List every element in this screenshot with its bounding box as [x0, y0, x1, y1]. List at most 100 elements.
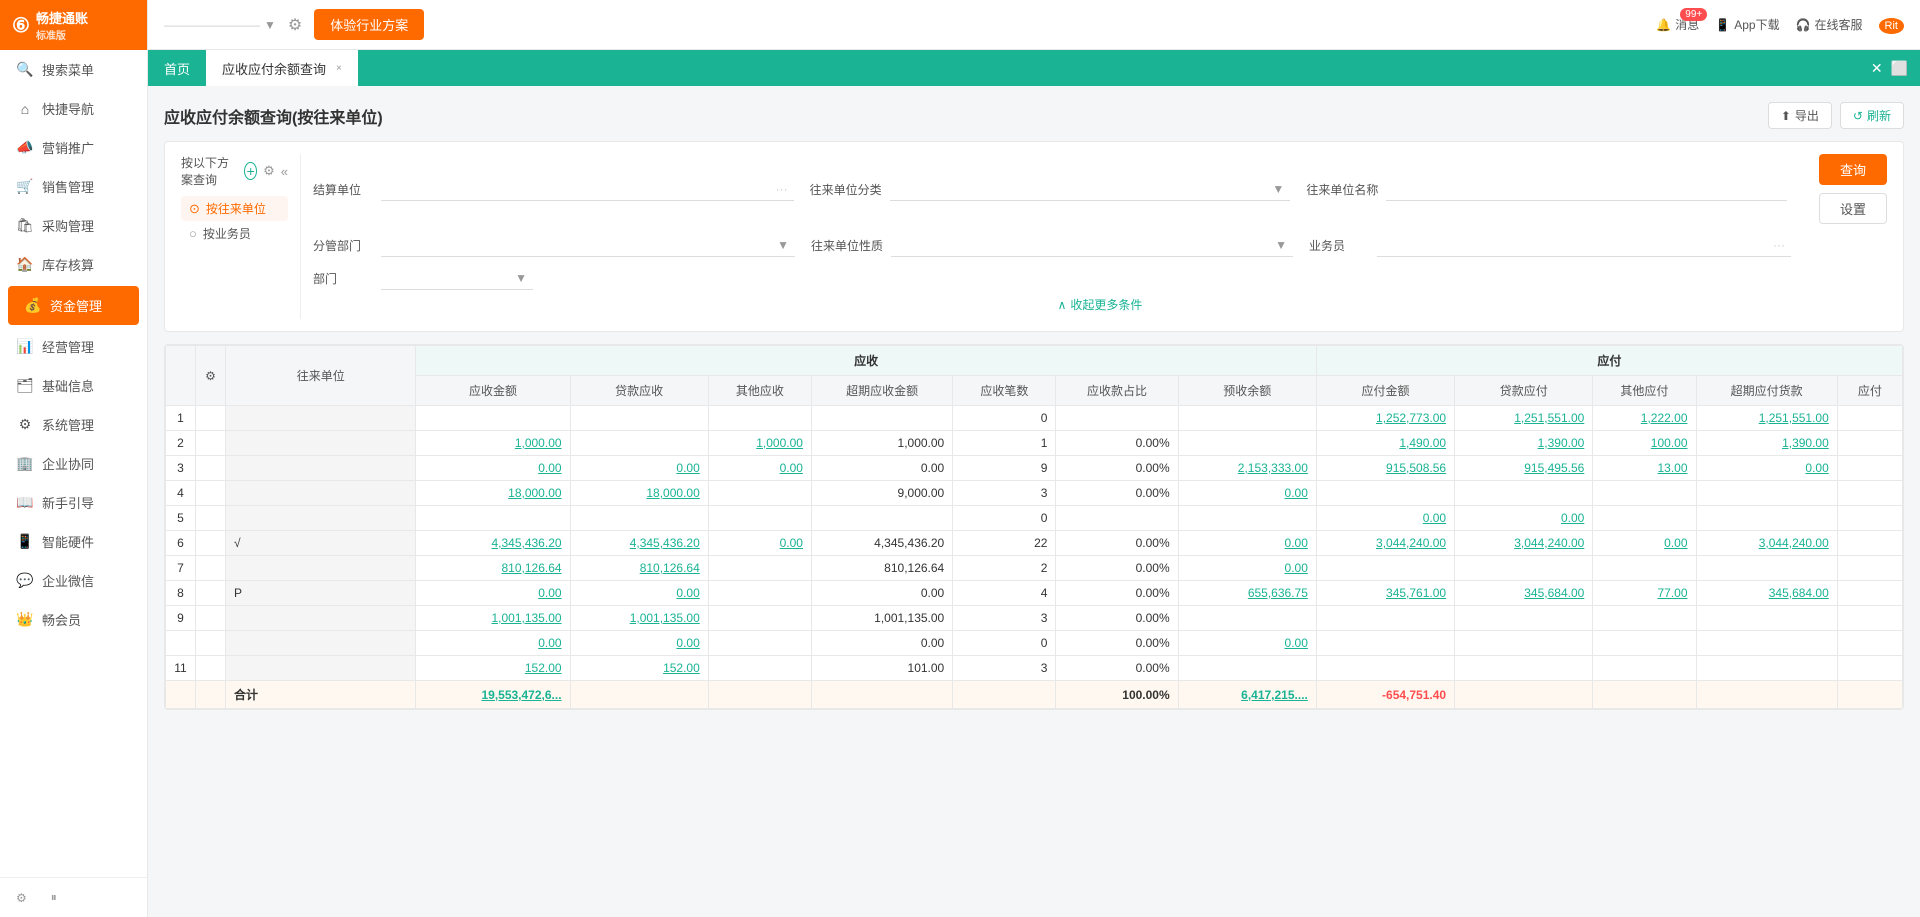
row-data-cell[interactable]: 0.00	[416, 631, 570, 656]
row-data-cell[interactable]: 1,251,551.00	[1455, 406, 1593, 431]
row-data-cell[interactable]: 0.00	[1316, 506, 1454, 531]
add-scheme-btn[interactable]: +	[244, 162, 257, 180]
sidebar-item-finance[interactable]: 💰 资金管理	[8, 286, 139, 325]
unit-name-input[interactable]	[1386, 178, 1787, 201]
query-button[interactable]: 查询	[1819, 154, 1887, 185]
gear-icon[interactable]: ⚙	[288, 15, 302, 35]
sidebar-item-basic[interactable]: 🗂 基础信息	[0, 366, 147, 405]
row-data-cell[interactable]: 1,251,551.00	[1696, 406, 1837, 431]
settlement-unit-input[interactable]: ···	[381, 178, 794, 201]
sidebar-item-purchase[interactable]: 🛍 采购管理	[0, 206, 147, 245]
row-data-cell[interactable]: 3,044,240.00	[1455, 531, 1593, 556]
sidebar-item-guide[interactable]: 📖 新手引导	[0, 483, 147, 522]
row-data-cell[interactable]: 810,126.64	[570, 556, 708, 581]
tab-close-icon[interactable]: ×	[336, 63, 342, 74]
sidebar-item-hardware[interactable]: 📱 智能硬件	[0, 522, 147, 561]
sidebar-item-marketing[interactable]: 📣 营销推广	[0, 128, 147, 167]
row-data-cell[interactable]: 1,390.00	[1696, 431, 1837, 456]
row-data-cell[interactable]: 4,345,436.20	[570, 531, 708, 556]
row-data-cell[interactable]: 0.00	[1696, 456, 1837, 481]
row-data-cell[interactable]: 1,000.00	[416, 431, 570, 456]
sidebar-item-inventory[interactable]: 🏠 库存核算	[0, 245, 147, 284]
sidebar-item-system[interactable]: ⚙ 系统管理	[0, 405, 147, 444]
row-data-cell[interactable]: 810,126.64	[416, 556, 570, 581]
row-data-cell[interactable]: 1,252,773.00	[1316, 406, 1454, 431]
scheme-settings-icon[interactable]: ⚙	[263, 163, 275, 179]
setting-button[interactable]: 设置	[1819, 193, 1887, 224]
row-data-cell[interactable]: 1,390.00	[1455, 431, 1593, 456]
dept-select[interactable]: ▼	[381, 267, 533, 290]
row-data-cell[interactable]: 1,001,135.00	[570, 606, 708, 631]
close-window-icon[interactable]: ✕	[1871, 60, 1883, 77]
row-data-cell[interactable]: 18,000.00	[570, 481, 708, 506]
row-data-cell[interactable]: 345,684.00	[1455, 581, 1593, 606]
unit-category-select[interactable]: ▼	[890, 178, 1291, 201]
sidebar-item-search[interactable]: 🔍 搜索菜单	[0, 50, 147, 89]
dots-icon[interactable]: ···	[776, 182, 788, 196]
dots-icon-2[interactable]: ···	[1773, 238, 1785, 252]
row-data-cell[interactable]: 3,044,240.00	[1696, 531, 1837, 556]
row-data-cell[interactable]: 18,000.00	[416, 481, 570, 506]
row-data-cell[interactable]: 77.00	[1593, 581, 1696, 606]
row-data-cell[interactable]: 1,222.00	[1593, 406, 1696, 431]
user-menu[interactable]: Rit	[1879, 18, 1904, 32]
total-ar-amount[interactable]: 19,553,472,6...	[416, 681, 570, 709]
row-data-cell[interactable]: 100.00	[1593, 431, 1696, 456]
salesman-input[interactable]: ···	[1377, 234, 1791, 257]
row-data-cell[interactable]: 0.00	[708, 456, 811, 481]
collapse-filter-btn[interactable]: ∧ 收起更多条件	[313, 290, 1887, 319]
row-data-cell[interactable]: 152.00	[570, 656, 708, 681]
row-data-cell[interactable]: 915,508.56	[1316, 456, 1454, 481]
row-data-cell[interactable]: 0.00	[416, 456, 570, 481]
online-service-btn[interactable]: 🎧 在线客服	[1796, 16, 1863, 33]
scheme-by-staff[interactable]: ○ 按业务员	[181, 221, 288, 246]
app-download-btn[interactable]: 📱 App下载	[1715, 16, 1779, 33]
tab-ar-ap[interactable]: 应收应付余额查询 ×	[206, 50, 358, 86]
dept-manage-select[interactable]: ▼	[381, 234, 795, 257]
trial-button[interactable]: 体验行业方案	[314, 9, 424, 40]
row-data-cell[interactable]: 3,044,240.00	[1316, 531, 1454, 556]
row-data-cell[interactable]: 0.00	[1178, 481, 1316, 506]
row-data-cell[interactable]: 0.00	[1178, 531, 1316, 556]
sidebar-item-quick-nav[interactable]: ⌂ 快捷导航	[0, 89, 147, 128]
scheme-by-unit[interactable]: ⊙ 按往来单位	[181, 196, 288, 221]
refresh-button[interactable]: ↺ 刷新	[1840, 102, 1904, 129]
row-data-cell[interactable]: 4,345,436.20	[416, 531, 570, 556]
row-data-cell[interactable]: 655,636.75	[1178, 581, 1316, 606]
sidebar-item-business[interactable]: 📊 经营管理	[0, 327, 147, 366]
col-settings-header[interactable]: ⚙	[196, 346, 226, 406]
sidebar-collapse-btn[interactable]: ⏸	[43, 886, 65, 909]
row-data-cell[interactable]: 345,761.00	[1316, 581, 1454, 606]
sidebar-item-member[interactable]: 👑 畅会员	[0, 600, 147, 639]
row-data-cell	[708, 581, 811, 606]
row-data-cell[interactable]: 345,684.00	[1696, 581, 1837, 606]
row-data-cell[interactable]: 152.00	[416, 656, 570, 681]
row-data-cell[interactable]: 1,490.00	[1316, 431, 1454, 456]
row-data-cell[interactable]: 1,000.00	[708, 431, 811, 456]
sidebar-item-sales[interactable]: 🛒 销售管理	[0, 167, 147, 206]
export-button[interactable]: ⬆ 导出	[1768, 102, 1832, 129]
row-data-cell[interactable]: 0.00	[1593, 531, 1696, 556]
row-data-cell[interactable]: 0.00	[1455, 506, 1593, 531]
sidebar-item-corp[interactable]: 🏢 企业协同	[0, 444, 147, 483]
row-data-cell[interactable]: 0.00	[570, 581, 708, 606]
maximize-icon[interactable]: ⬜	[1891, 60, 1908, 77]
row-data-cell[interactable]: 2,153,333.00	[1178, 456, 1316, 481]
total-ar-prepay[interactable]: 6,417,215....	[1178, 681, 1316, 709]
row-data-cell[interactable]: 0.00	[1178, 556, 1316, 581]
row-data-cell[interactable]: 0.00	[708, 531, 811, 556]
sidebar-item-wechat[interactable]: 💬 企业微信	[0, 561, 147, 600]
collapse-scheme-icon[interactable]: «	[281, 164, 288, 179]
row-data-cell[interactable]: 0.00	[416, 581, 570, 606]
breadcrumb[interactable]: ———————— ▼	[164, 18, 276, 32]
row-data-cell[interactable]: 0.00	[570, 631, 708, 656]
tab-home[interactable]: 首页	[148, 50, 206, 86]
row-data-cell[interactable]: 0.00	[1178, 631, 1316, 656]
row-data-cell[interactable]: 915,495.56	[1455, 456, 1593, 481]
notice-btn[interactable]: 🔔 消息 99+	[1656, 16, 1699, 33]
sidebar-settings-btn[interactable]: ⚙	[8, 887, 35, 909]
row-data-cell[interactable]: 0.00	[570, 456, 708, 481]
row-data-cell[interactable]: 13.00	[1593, 456, 1696, 481]
unit-nature-select[interactable]: ▼	[891, 234, 1293, 257]
row-data-cell[interactable]: 1,001,135.00	[416, 606, 570, 631]
